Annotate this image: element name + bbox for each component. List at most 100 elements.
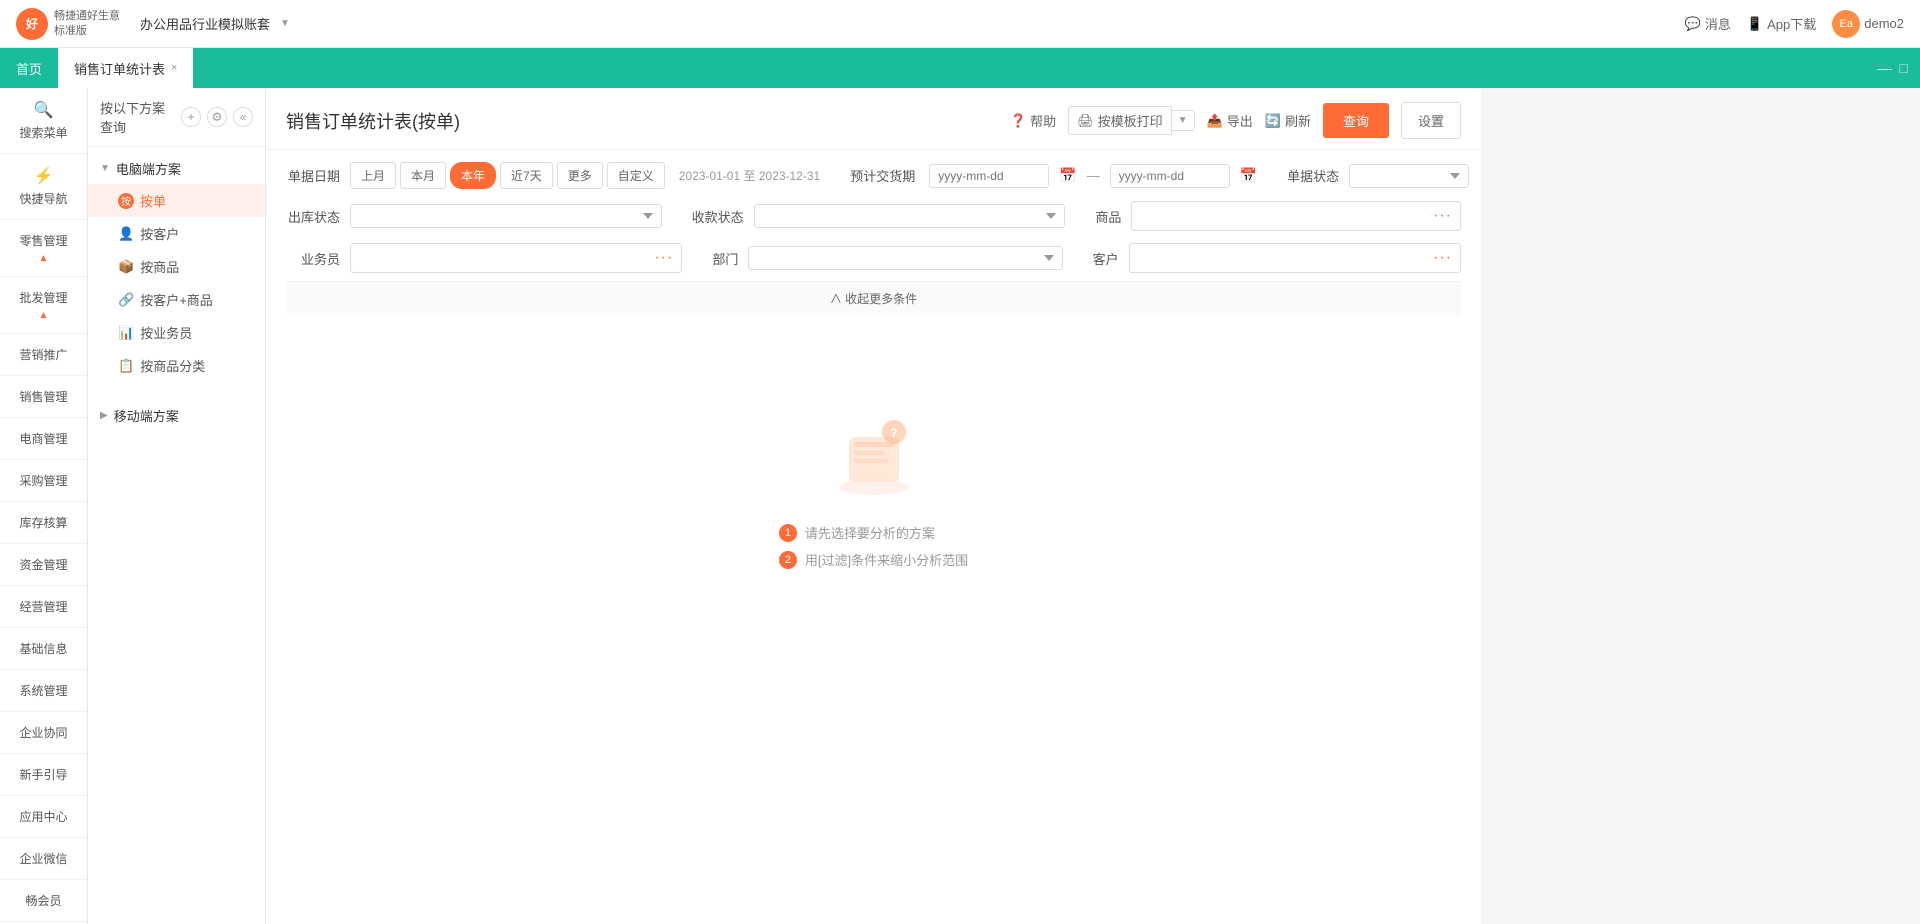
bill-status-select[interactable]: 待审核 已审核 已关闭 <box>1349 164 1469 188</box>
department-select[interactable] <box>748 246 1062 270</box>
user-area[interactable]: Ea demo2 <box>1832 10 1904 38</box>
calendar-start-icon[interactable]: 📅 <box>1059 167 1076 184</box>
empty-tip-2: 2 用[过滤]条件来缩小分析范围 <box>779 550 968 569</box>
sidebar-item-inventory[interactable]: 库存核算 <box>0 502 87 544</box>
print-template-btn[interactable]: 🖨 按模板打印 <box>1068 106 1172 135</box>
retail-arrow-icon: ▲ <box>39 253 49 264</box>
page-title: 销售订单统计表(按单) <box>286 108 460 134</box>
sidebar-item-purchase[interactable]: 采购管理 <box>0 460 87 502</box>
department-label: 部门 <box>712 249 738 268</box>
refresh-btn[interactable]: 🔄 刷新 <box>1265 111 1311 130</box>
product-label: 商品 <box>1095 207 1121 226</box>
expected-delivery-end[interactable] <box>1110 164 1230 188</box>
sidebar-item-search[interactable]: 🔍 搜索菜单 <box>0 88 87 154</box>
scheme-item-by-salesman[interactable]: 📊 按业务员 <box>88 316 265 349</box>
this-year-btn[interactable]: 本年 <box>450 162 496 189</box>
desktop-section-arrow: ▼ <box>100 163 110 174</box>
print-dropdown-btn[interactable]: ▼ <box>1172 110 1195 131</box>
sidebar-item-system[interactable]: 系统管理 <box>0 670 87 712</box>
sidebar-item-basic[interactable]: 基础信息 <box>0 628 87 670</box>
message-btn[interactable]: 💬 消息 <box>1685 14 1731 33</box>
collapse-scheme-btn[interactable]: « <box>233 107 253 127</box>
date-range-display: 2023-01-01 至 2023-12-31 <box>679 167 820 184</box>
calendar-end-icon[interactable]: 📅 <box>1240 167 1257 184</box>
expected-delivery-start[interactable] <box>929 164 1049 188</box>
export-btn[interactable]: 📤 导出 <box>1207 111 1253 130</box>
sidebar-item-ecommerce[interactable]: 电商管理 <box>0 418 87 460</box>
product-multi-select[interactable]: ··· <box>1131 201 1461 231</box>
customer-multi-select[interactable]: ··· <box>1129 243 1461 273</box>
tab-minimize-btn[interactable]: — <box>1878 60 1892 76</box>
filter-row-2: 出库状态 未出库 部分出库 已出库 收款状态 未收款 <box>286 201 1461 231</box>
app-title-dropdown[interactable]: ▼ <box>280 18 290 29</box>
date-separator: — <box>1087 168 1100 183</box>
empty-tips: 1 请先选择要分析的方案 2 用[过滤]条件来缩小分析范围 <box>779 523 968 569</box>
scheme-item-by-product[interactable]: 📦 按商品 <box>88 250 265 283</box>
delivery-status-wrapper: 未出库 部分出库 已出库 <box>350 204 662 228</box>
sidebar-item-newbie[interactable]: 新手引导 <box>0 754 87 796</box>
more-date-btn[interactable]: 更多 <box>557 162 603 189</box>
sidebar-item-finance[interactable]: 资金管理 <box>0 544 87 586</box>
help-btn[interactable]: ❓ 帮助 <box>1010 111 1056 130</box>
customer-more-icon: ··· <box>1433 249 1452 267</box>
wholesale-arrow-icon: ▲ <box>39 310 49 321</box>
salesman-multi-select[interactable]: ··· <box>350 243 682 273</box>
add-scheme-btn[interactable]: + <box>181 107 201 127</box>
collapse-icon: ∧ <box>830 292 845 306</box>
query-btn[interactable]: 查询 <box>1323 103 1389 138</box>
settings-scheme-btn[interactable]: ⚙ <box>207 107 227 127</box>
mobile-scheme-section: ▶ 移动端方案 <box>88 394 265 437</box>
payment-status-select[interactable]: 未收款 部分收款 已收款 <box>754 204 1066 228</box>
topbar-right: 💬 消息 📱 App下载 Ea demo2 <box>1685 10 1904 38</box>
by-salesman-icon: 📊 <box>118 325 134 341</box>
print-icon: 🖨 <box>1077 113 1094 129</box>
scheme-item-by-category[interactable]: 📋 按商品分类 <box>88 349 265 382</box>
content-wrapper: 按以下方案查询 + ⚙ « ▼ 电脑端方案 按 按单 👤 按客户 <box>88 88 1481 924</box>
bill-status-wrapper: 待审核 已审核 已关闭 <box>1349 164 1469 188</box>
sidebar-item-wholesale[interactable]: 批发管理 ▲ <box>0 277 87 334</box>
tab-home[interactable]: 首页 <box>0 48 58 88</box>
app-download-btn[interactable]: 📱 App下载 <box>1747 14 1816 33</box>
sidebar-item-appstore[interactable]: 应用中心 <box>0 796 87 838</box>
logo-area[interactable]: 好 畅捷通好生意 标准版 <box>16 8 120 40</box>
logo-text: 畅捷通好生意 标准版 <box>54 9 120 38</box>
sidebar-item-operations[interactable]: 经营管理 <box>0 586 87 628</box>
tabbar: 首页 销售订单统计表 × — □ <box>0 48 1920 88</box>
sidebar-item-quick-nav[interactable]: ⚡ 快捷导航 <box>0 154 87 220</box>
settings-btn[interactable]: 设置 <box>1401 102 1461 139</box>
message-icon: 💬 <box>1685 16 1701 32</box>
tab-close-btn[interactable]: × <box>171 62 177 74</box>
bill-date-label: 单据日期 <box>286 166 340 185</box>
page-header: 销售订单统计表(按单) ❓ 帮助 🖨 按模板打印 ▼ 📤 <box>266 88 1481 150</box>
desktop-section-title[interactable]: ▼ 电脑端方案 <box>88 153 265 184</box>
filter-row-3: 业务员 ··· 部门 客户 ··· <box>286 243 1461 273</box>
custom-date-btn[interactable]: 自定义 <box>607 162 665 189</box>
logo-icon: 好 <box>16 8 48 40</box>
sidebar-item-marketing[interactable]: 营销推广 <box>0 334 87 376</box>
last-month-btn[interactable]: 上月 <box>350 162 396 189</box>
scheme-item-by-order[interactable]: 按 按单 <box>88 184 265 217</box>
app-download-icon: 📱 <box>1747 16 1763 32</box>
collapse-bar[interactable]: ∧ 收起更多条件 <box>286 281 1461 315</box>
tab-maximize-btn[interactable]: □ <box>1900 60 1908 76</box>
last-7days-btn[interactable]: 近7天 <box>500 162 553 189</box>
sidebar-item-membership[interactable]: 畅会员 <box>0 880 87 922</box>
mobile-section-title[interactable]: ▶ 移动端方案 <box>88 400 265 431</box>
salesman-more-icon: ··· <box>654 249 673 267</box>
scheme-item-by-cust-prod[interactable]: 🔗 按客户+商品 <box>88 283 265 316</box>
desktop-scheme-section: ▼ 电脑端方案 按 按单 👤 按客户 📦 按商品 <box>88 147 265 394</box>
sidebar-item-sales[interactable]: 销售管理 <box>0 376 87 418</box>
tab-active[interactable]: 销售订单统计表 × <box>58 48 193 88</box>
scheme-item-by-customer[interactable]: 👤 按客户 <box>88 217 265 250</box>
sidebar-item-enterprise[interactable]: 企业协同 <box>0 712 87 754</box>
this-month-btn[interactable]: 本月 <box>400 162 446 189</box>
salesman-label: 业务员 <box>286 249 340 268</box>
sidebar-item-wechat[interactable]: 企业微信 <box>0 838 87 880</box>
by-product-icon: 📦 <box>118 259 134 275</box>
sidebar-item-retail[interactable]: 零售管理 ▲ <box>0 220 87 277</box>
scheme-query-label: 按以下方案查询 <box>100 98 175 136</box>
delivery-status-label: 出库状态 <box>286 207 340 226</box>
product-more-icon: ··· <box>1433 207 1452 225</box>
payment-status-wrapper: 未收款 部分收款 已收款 <box>754 204 1066 228</box>
delivery-status-select[interactable]: 未出库 部分出库 已出库 <box>350 204 662 228</box>
